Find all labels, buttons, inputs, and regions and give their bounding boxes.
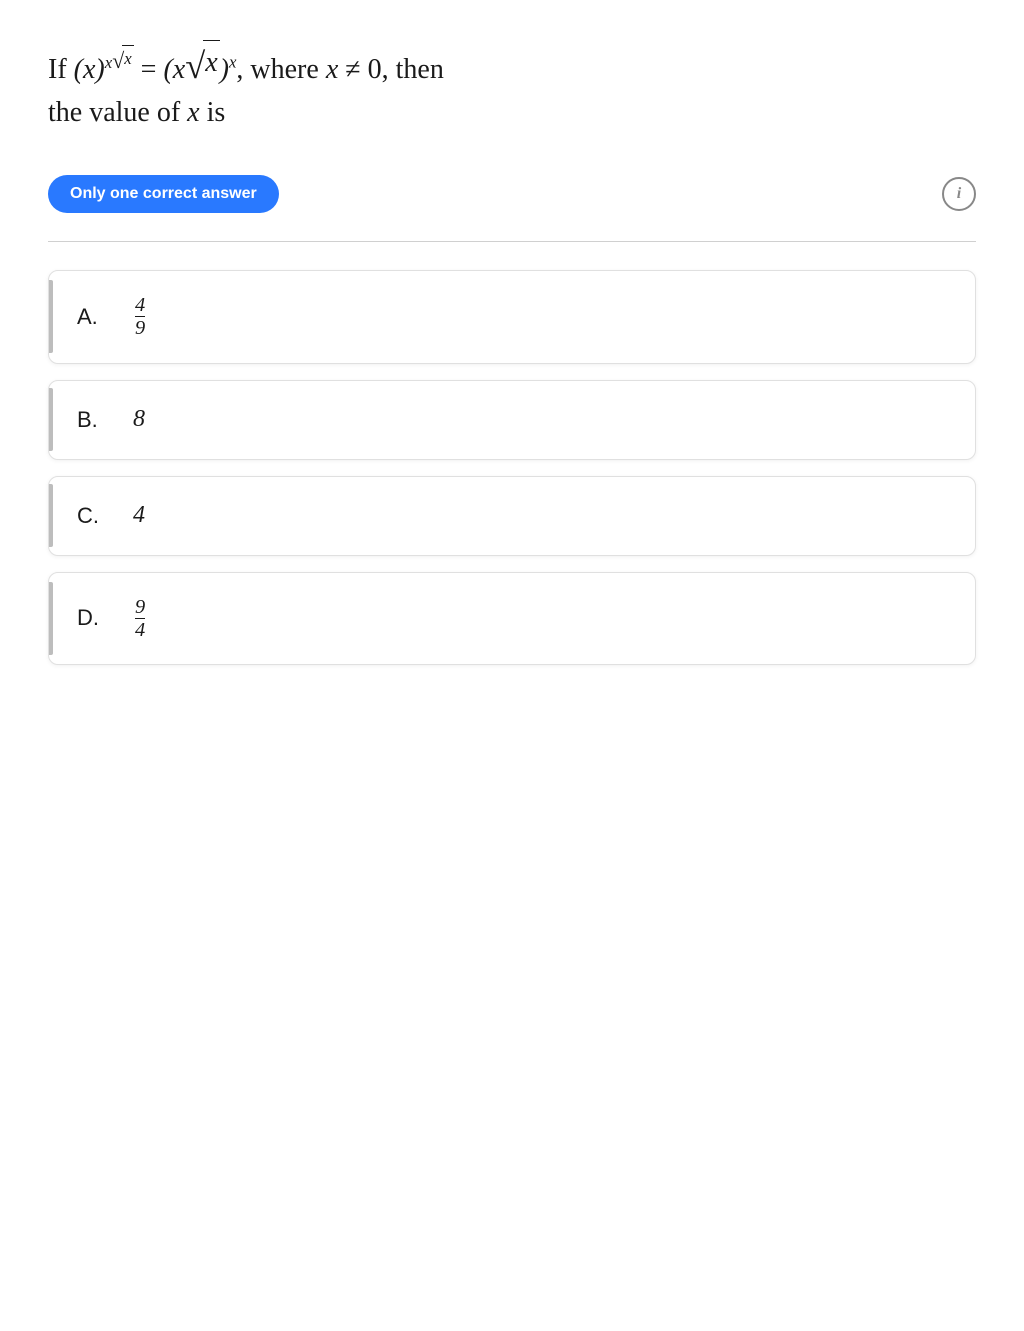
only-one-correct-badge: Only one correct answer — [48, 175, 279, 213]
option-b-label: B. — [77, 407, 109, 433]
option-c-label: C. — [77, 503, 109, 529]
options-list: A. 4 9 B. 8 C. 4 D. 9 4 — [48, 270, 976, 666]
option-d[interactable]: D. 9 4 — [48, 572, 976, 666]
option-a-value: 4 9 — [133, 295, 147, 339]
option-b[interactable]: B. 8 — [48, 380, 976, 460]
info-icon[interactable]: i — [942, 177, 976, 211]
option-c-value: 4 — [133, 502, 145, 529]
option-b-value: 8 — [133, 406, 145, 433]
badge-row: Only one correct answer i — [48, 175, 976, 213]
option-a-label: A. — [77, 304, 109, 330]
option-d-label: D. — [77, 605, 109, 631]
option-a[interactable]: A. 4 9 — [48, 270, 976, 364]
option-d-value: 9 4 — [133, 597, 147, 641]
divider — [48, 241, 976, 242]
option-c[interactable]: C. 4 — [48, 476, 976, 556]
question-text: If (x)x√x = (x√x)x, where x ≠ 0, then th… — [48, 40, 976, 135]
question-container: If (x)x√x = (x√x)x, where x ≠ 0, then th… — [48, 40, 976, 665]
